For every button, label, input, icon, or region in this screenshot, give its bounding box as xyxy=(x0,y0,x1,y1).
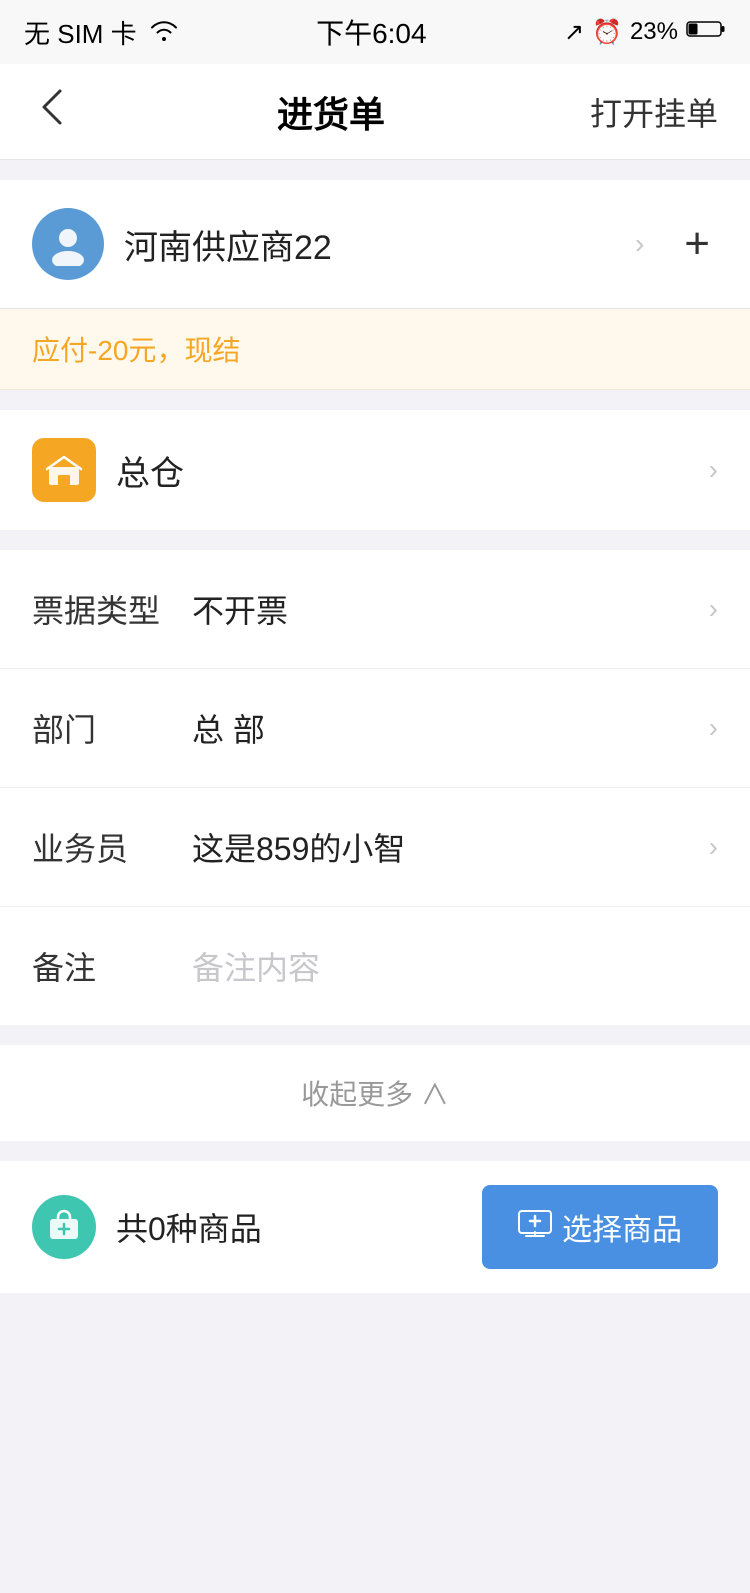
supplier-name: 河南供应商22 xyxy=(124,220,635,269)
supplier-chevron-icon: › xyxy=(635,228,644,260)
note-row[interactable]: 备注 备注内容 xyxy=(0,907,750,1025)
status-left: 无 SIM 卡 xyxy=(24,14,179,51)
product-icon xyxy=(32,1195,96,1259)
supplier-section: 河南供应商22 › + 应付-20元，现结 xyxy=(0,180,750,390)
note-label: 备注 xyxy=(32,943,172,989)
warehouse-icon xyxy=(32,438,96,502)
battery-icon xyxy=(686,18,726,46)
status-time: 下午6:04 xyxy=(316,12,427,52)
invoice-chevron-icon: › xyxy=(709,593,718,625)
location-icon: ↗ xyxy=(564,18,584,47)
wifi-icon xyxy=(149,17,179,48)
supplier-row[interactable]: 河南供应商22 › + xyxy=(0,180,750,309)
dept-value: 总 部 xyxy=(192,705,709,751)
select-product-button[interactable]: 选择商品 xyxy=(482,1185,718,1269)
invoice-row[interactable]: 票据类型 不开票 › xyxy=(0,550,750,669)
invoice-label: 票据类型 xyxy=(32,586,172,632)
product-bar: 共0种商品 选择商品 xyxy=(0,1161,750,1293)
dept-row[interactable]: 部门 总 部 › xyxy=(0,669,750,788)
open-pending-button[interactable]: 打开挂单 xyxy=(590,89,718,135)
staff-row[interactable]: 业务员 这是859的小智 › xyxy=(0,788,750,907)
staff-value: 这是859的小智 xyxy=(192,824,709,870)
alarm-icon: ⏰ xyxy=(592,18,622,47)
battery-label: 23% xyxy=(630,18,678,46)
dept-label: 部门 xyxy=(32,705,172,751)
status-bar: 无 SIM 卡 下午6:04 ↗ ⏰ 23% xyxy=(0,0,750,64)
warehouse-name: 总仓 xyxy=(116,446,709,495)
bottom-area xyxy=(0,1293,750,1593)
product-count: 共0种商品 xyxy=(116,1204,482,1250)
notice-text: 应付-20元，现结 xyxy=(32,335,240,366)
staff-chevron-icon: › xyxy=(709,831,718,863)
invoice-value: 不开票 xyxy=(192,586,709,632)
select-product-label: 选择商品 xyxy=(562,1205,682,1249)
warehouse-chevron-icon: › xyxy=(709,454,718,486)
add-button[interactable]: + xyxy=(676,219,718,269)
select-product-icon xyxy=(518,1210,552,1245)
status-right: ↗ ⏰ 23% xyxy=(564,18,726,47)
carrier-label: 无 SIM 卡 xyxy=(24,14,137,51)
form-section: 票据类型 不开票 › 部门 总 部 › 业务员 这是859的小智 › 备注 备注… xyxy=(0,550,750,1025)
note-input[interactable]: 备注内容 xyxy=(192,943,718,989)
notice-bar: 应付-20元，现结 xyxy=(0,309,750,390)
warehouse-section[interactable]: 总仓 › xyxy=(0,410,750,530)
collapse-bar[interactable]: 收起更多 ∧ xyxy=(0,1045,750,1141)
staff-label: 业务员 xyxy=(32,824,172,870)
page-title: 进货单 xyxy=(277,86,385,138)
dept-chevron-icon: › xyxy=(709,712,718,744)
nav-bar: 进货单 打开挂单 xyxy=(0,64,750,160)
collapse-label: 收起更多 ∧ xyxy=(301,1079,449,1110)
supplier-avatar xyxy=(32,208,104,280)
back-button[interactable] xyxy=(32,79,72,144)
